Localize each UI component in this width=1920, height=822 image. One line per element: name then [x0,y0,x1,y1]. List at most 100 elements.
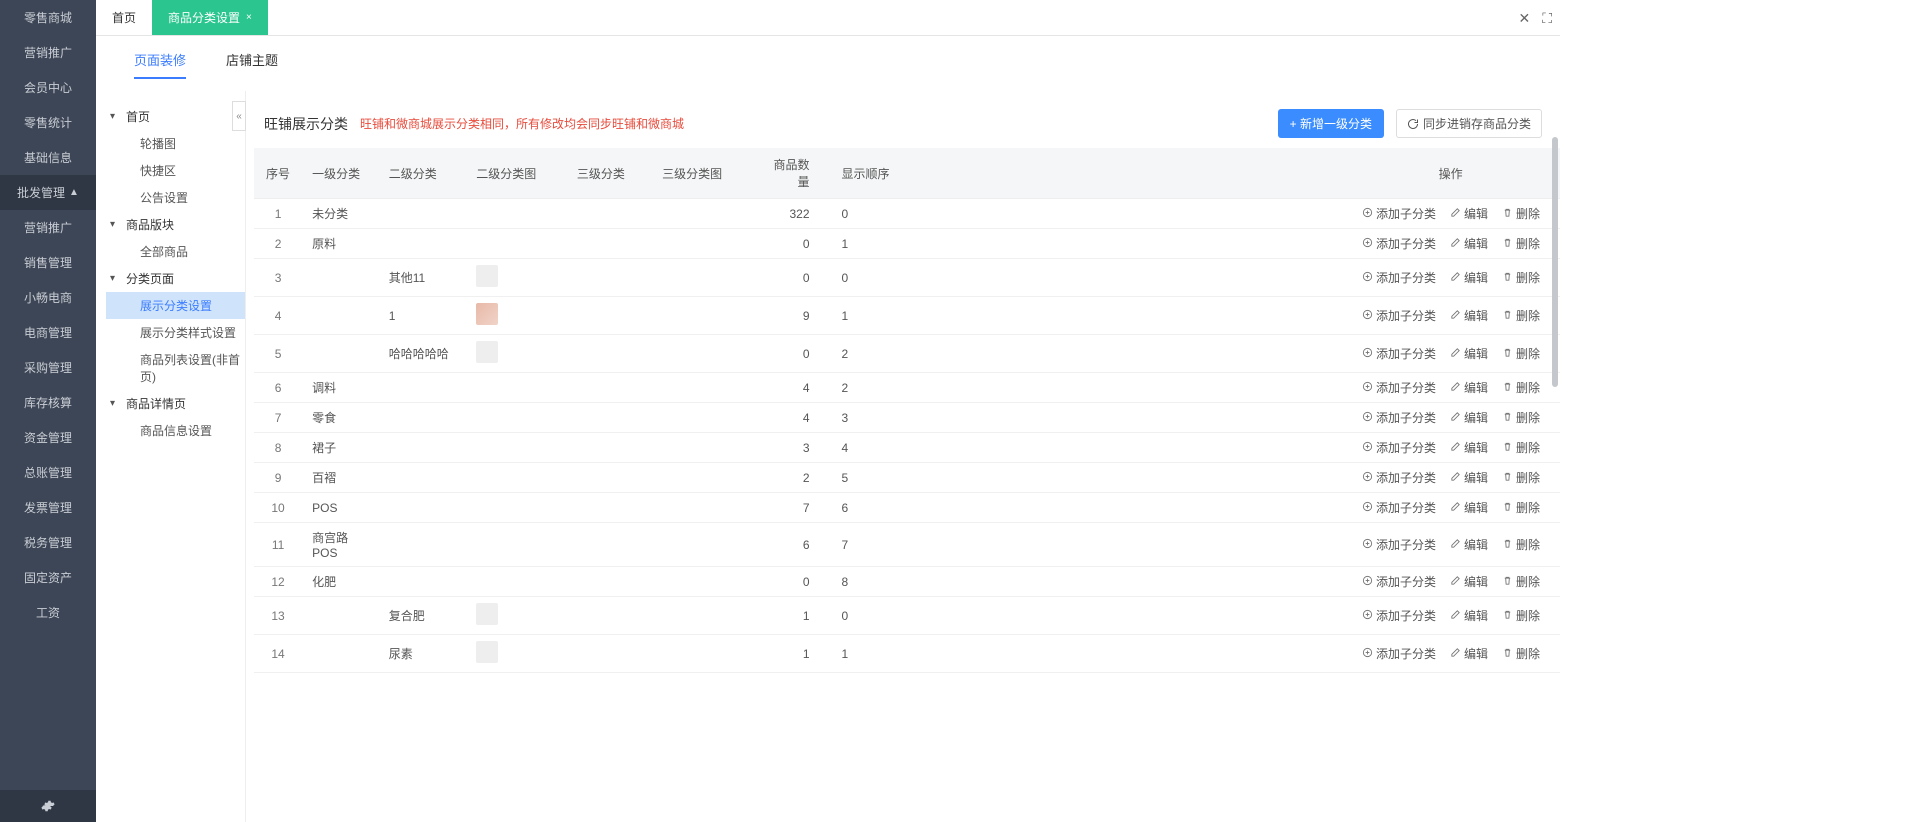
add-sub-category-link[interactable]: 添加子分类 [1362,499,1436,516]
th-seq: 序号 [254,148,302,199]
tab-shop-theme[interactable]: 店铺主题 [226,50,278,79]
delete-link[interactable]: 删除 [1502,345,1540,362]
vertical-scrollbar[interactable] [1550,137,1558,814]
add-sub-category-link[interactable]: 添加子分类 [1362,469,1436,486]
delete-link[interactable]: 删除 [1502,573,1540,590]
collapse-toggle[interactable]: « [232,101,246,131]
edit-link[interactable]: 编辑 [1450,439,1488,456]
tree-group-home[interactable]: ▾首页 [106,103,245,130]
tree-group-product-block[interactable]: ▾商品版块 [106,211,245,238]
add-sub-category-link[interactable]: 添加子分类 [1362,269,1436,286]
edit-link[interactable]: 编辑 [1450,573,1488,590]
primary-nav-item[interactable]: 发票管理 [0,490,96,525]
primary-nav-item[interactable]: 总账管理 [0,455,96,490]
delete-link[interactable]: 删除 [1502,645,1540,662]
primary-nav-item[interactable]: 工资 [0,595,96,630]
tree-group-product-detail[interactable]: ▾商品详情页 [106,390,245,417]
add-sub-category-link[interactable]: 添加子分类 [1362,379,1436,396]
edit-link[interactable]: 编辑 [1450,307,1488,324]
primary-nav-item[interactable]: 会员中心 [0,70,96,105]
add-sub-category-link[interactable]: 添加子分类 [1362,536,1436,553]
edit-link[interactable]: 编辑 [1450,205,1488,222]
delete-link[interactable]: 删除 [1502,307,1540,324]
tree-leaf-all-products[interactable]: 全部商品 [106,238,245,265]
plus-circle-icon [1362,411,1373,425]
primary-nav-item[interactable]: 资金管理 [0,420,96,455]
add-sub-category-link[interactable]: 添加子分类 [1362,645,1436,662]
panel-warning: 旺铺和微商城展示分类相同，所有修改均会同步旺铺和微商城 [360,115,684,132]
primary-nav-item[interactable]: 零售统计 [0,105,96,140]
plus-circle-icon [1362,647,1373,661]
add-sub-category-link[interactable]: 添加子分类 [1362,409,1436,426]
tree-leaf-display-category[interactable]: 展示分类设置 [106,292,245,319]
primary-nav-item[interactable]: 营销推广 [0,210,96,245]
delete-link[interactable]: 删除 [1502,235,1540,252]
edit-link[interactable]: 编辑 [1450,607,1488,624]
primary-nav-item[interactable]: 营销推广 [0,35,96,70]
tab-home[interactable]: 首页 [96,0,152,35]
cell-c2 [379,199,467,229]
add-sub-category-link[interactable]: 添加子分类 [1362,205,1436,222]
primary-nav-item[interactable]: 基础信息 [0,140,96,175]
tree-leaf-announce[interactable]: 公告设置 [106,184,245,211]
cell-c3img [652,373,761,403]
fullscreen-icon[interactable]: ⛶ [1542,10,1552,27]
add-sub-category-link[interactable]: 添加子分类 [1362,607,1436,624]
primary-nav-item[interactable]: 采购管理 [0,350,96,385]
delete-link[interactable]: 删除 [1502,439,1540,456]
close-icon[interactable]: × [246,12,252,23]
cell-c2img [466,199,567,229]
tab-page-decoration[interactable]: 页面装修 [134,50,186,79]
edit-link[interactable]: 编辑 [1450,469,1488,486]
close-panel-icon[interactable]: ✕ [1518,10,1530,27]
delete-link[interactable]: 删除 [1502,499,1540,516]
tree-group-category-page[interactable]: ▾分类页面 [106,265,245,292]
edit-link[interactable]: 编辑 [1450,269,1488,286]
edit-link[interactable]: 编辑 [1450,645,1488,662]
tree-leaf-product-list-settings[interactable]: 商品列表设置(非首页) [106,346,245,390]
delete-link[interactable]: 删除 [1502,469,1540,486]
delete-link[interactable]: 删除 [1502,205,1540,222]
tab-category-settings[interactable]: 商品分类设置× [152,0,268,35]
primary-nav-item[interactable]: 销售管理 [0,245,96,280]
primary-nav-item[interactable]: 税务管理 [0,525,96,560]
settings-gear-row[interactable] [0,790,96,822]
tree-leaf-carousel[interactable]: 轮播图 [106,130,245,157]
delete-link[interactable]: 删除 [1502,379,1540,396]
edit-link[interactable]: 编辑 [1450,235,1488,252]
cell-c3img [652,403,761,433]
delete-link[interactable]: 删除 [1502,409,1540,426]
tree-leaf-shortcuts[interactable]: 快捷区 [106,157,245,184]
edit-link[interactable]: 编辑 [1450,536,1488,553]
add-sub-category-link[interactable]: 添加子分类 [1362,573,1436,590]
primary-nav-item[interactable]: 零售商城 [0,0,96,35]
edit-link[interactable]: 编辑 [1450,345,1488,362]
tree-leaf-display-category-style[interactable]: 展示分类样式设置 [106,319,245,346]
cell-c3 [567,635,652,673]
primary-nav-item[interactable]: 小畅电商 [0,280,96,315]
cell-c2img [466,567,567,597]
delete-link[interactable]: 删除 [1502,536,1540,553]
add-sub-category-link[interactable]: 添加子分类 [1362,345,1436,362]
add-sub-category-link[interactable]: 添加子分类 [1362,235,1436,252]
primary-nav-item[interactable]: 批发管理▲ [0,175,96,210]
delete-link[interactable]: 删除 [1502,607,1540,624]
primary-nav-item[interactable]: 电商管理 [0,315,96,350]
edit-link[interactable]: 编辑 [1450,379,1488,396]
sync-inventory-button[interactable]: 同步进销存商品分类 [1396,109,1542,138]
delete-link[interactable]: 删除 [1502,269,1540,286]
edit-link[interactable]: 编辑 [1450,499,1488,516]
cell-c3img [652,297,761,335]
cell-c3 [567,463,652,493]
primary-nav-item[interactable]: 库存核算 [0,385,96,420]
add-sub-category-link[interactable]: 添加子分类 [1362,307,1436,324]
edit-link[interactable]: 编辑 [1450,409,1488,426]
th-c2img: 二级分类图 [466,148,567,199]
add-top-category-button[interactable]: + 新增一级分类 [1278,109,1384,138]
tree-leaf-product-info[interactable]: 商品信息设置 [106,417,245,444]
edit-icon [1450,441,1461,455]
cell-seq: 5 [254,335,302,373]
add-sub-category-link[interactable]: 添加子分类 [1362,439,1436,456]
table-row: 11商宫路POS67添加子分类编辑删除 [254,523,1560,567]
primary-nav-item[interactable]: 固定资产 [0,560,96,595]
